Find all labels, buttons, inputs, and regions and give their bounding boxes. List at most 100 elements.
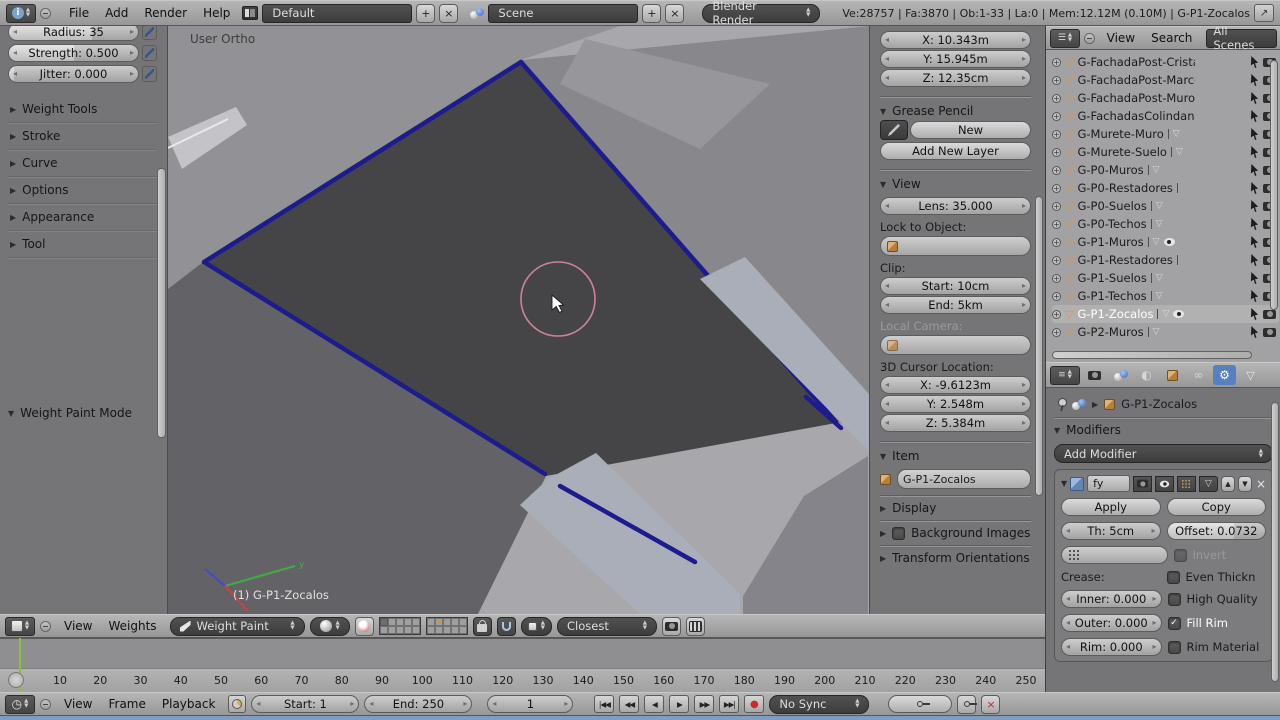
pressure-toggle-icon[interactable] bbox=[142, 45, 157, 61]
apply-button[interactable]: Apply bbox=[1061, 498, 1161, 516]
shelf-panel-header[interactable]: ▶ Weight Tools bbox=[8, 96, 157, 123]
outliner-vscrollbar[interactable] bbox=[1270, 60, 1278, 310]
modifier-editmode-toggle[interactable] bbox=[1176, 475, 1196, 492]
outliner-row[interactable]: + ▽ G-P2-Muros ▽ bbox=[1052, 323, 1279, 341]
outliner-row[interactable]: + ▽ G-P0-Techos ▽ bbox=[1052, 215, 1279, 233]
shelf-panel-header[interactable]: ▶ Options bbox=[8, 177, 157, 204]
modifier-render-toggle[interactable] bbox=[1132, 475, 1152, 492]
opengl-render-button[interactable] bbox=[662, 616, 682, 636]
editor-type-button[interactable]: i ▲ ▼ bbox=[6, 3, 36, 23]
frame-knob[interactable] bbox=[8, 672, 24, 688]
fill-rim-checkbox[interactable]: ✓ bbox=[1167, 616, 1181, 630]
frame-end-field[interactable]: End: 250 bbox=[364, 695, 473, 713]
layer-cell[interactable] bbox=[387, 618, 396, 626]
selectable-arrow-icon[interactable] bbox=[1250, 236, 1259, 248]
layer-cell[interactable] bbox=[426, 618, 435, 626]
expand-icon[interactable]: + bbox=[1052, 273, 1061, 283]
location-y-field[interactable]: Y: 15.945m bbox=[880, 50, 1031, 68]
background-images-panel-header[interactable]: ▶ Background Images bbox=[880, 526, 1031, 540]
visibility-eye-icon[interactable] bbox=[1173, 310, 1185, 318]
layers-group-2[interactable] bbox=[425, 617, 468, 635]
expand-icon[interactable]: + bbox=[1052, 183, 1061, 193]
selectable-arrow-icon[interactable] bbox=[1250, 218, 1259, 230]
collapse-menus-button[interactable] bbox=[1084, 32, 1095, 44]
render-engine-select[interactable]: Blender Render ▲ ▼ bbox=[702, 0, 821, 27]
layer-cell[interactable] bbox=[403, 626, 412, 634]
proportional-edit-toggle[interactable] bbox=[496, 616, 516, 636]
offset-slider[interactable]: Offset: 0.0732 bbox=[1166, 522, 1266, 540]
menu-item[interactable]: View bbox=[1099, 31, 1143, 45]
expand-icon[interactable]: + bbox=[1052, 93, 1061, 103]
fill-rim-option[interactable]: ✓ Fill Rim bbox=[1167, 614, 1267, 632]
editor-type-button[interactable]: ▲ ▼ bbox=[5, 616, 35, 636]
location-x-field[interactable]: X: 10.343m bbox=[880, 31, 1031, 49]
even-thickness-option[interactable]: Even Thickn bbox=[1166, 570, 1267, 584]
add-layout-button[interactable]: + bbox=[416, 3, 436, 23]
window-duplicate-icon[interactable]: ↗ bbox=[1254, 4, 1275, 22]
editor-type-button[interactable]: ◷ ▲ ▼ bbox=[5, 694, 35, 714]
mode-panel-header[interactable]: ▼ Weight Paint Mode bbox=[8, 406, 157, 420]
expand-icon[interactable]: + bbox=[1052, 327, 1061, 337]
keying-set-field[interactable] bbox=[888, 695, 953, 713]
outliner-row[interactable]: + ▽ G-Murete-Suelo ▽ bbox=[1052, 143, 1279, 161]
viewport-shading-select[interactable]: ▲ ▼ bbox=[309, 616, 350, 636]
expand-icon[interactable]: + bbox=[1052, 57, 1061, 67]
thickness-field[interactable]: Th: 5cm bbox=[1061, 522, 1161, 540]
selectable-arrow-icon[interactable] bbox=[1250, 182, 1259, 194]
expand-icon[interactable]: + bbox=[1052, 129, 1061, 139]
jump-prev-keyframe-button[interactable]: ◀◀ bbox=[619, 695, 640, 713]
invert-checkbox[interactable] bbox=[1173, 548, 1187, 562]
shelf-panel-header[interactable]: ▶ Curve bbox=[8, 150, 157, 177]
editor-type-button[interactable]: ≡ ▲ ▼ bbox=[1050, 365, 1080, 385]
high-quality-checkbox[interactable] bbox=[1167, 592, 1181, 606]
grease-pencil-panel-header[interactable]: ▼ Grease Pencil bbox=[880, 104, 1031, 118]
tab-object-data[interactable]: ▽ bbox=[1239, 365, 1262, 385]
outliner-row[interactable]: + ▽ G-FachadasColindan bbox=[1052, 107, 1279, 125]
layer-cell[interactable] bbox=[434, 626, 443, 634]
expand-icon[interactable]: + bbox=[1052, 111, 1061, 121]
lens-field[interactable]: Lens: 35.000 bbox=[880, 197, 1031, 215]
expand-icon[interactable]: + bbox=[1052, 309, 1061, 319]
grease-pencil-new-button[interactable]: New bbox=[910, 121, 1031, 139]
modifier-name-field[interactable]: fy bbox=[1087, 475, 1130, 492]
renderable-camera-icon[interactable] bbox=[1263, 327, 1276, 337]
selectable-arrow-icon[interactable] bbox=[1250, 74, 1259, 86]
play-button[interactable]: ▶ bbox=[669, 695, 690, 713]
invert-option[interactable]: Invert bbox=[1173, 546, 1267, 564]
outliner-row[interactable]: + ▽ G-P1-Zocalos ▽ bbox=[1052, 305, 1279, 323]
layer-cell[interactable] bbox=[434, 618, 443, 626]
menu-item[interactable]: Render bbox=[136, 6, 195, 20]
outliner-row[interactable]: + ▽ G-FachadaPost-Muro bbox=[1052, 89, 1279, 107]
delete-keyframe-button[interactable]: × bbox=[981, 694, 1001, 714]
selectable-arrow-icon[interactable] bbox=[1250, 308, 1259, 320]
location-z-field[interactable]: Z: 12.35cm bbox=[880, 69, 1031, 87]
viewport-3d[interactable]: y x User Ortho (1) G-P1-Zocalos bbox=[168, 26, 869, 614]
renderable-camera-icon[interactable] bbox=[1263, 309, 1276, 319]
tab-scene[interactable] bbox=[1109, 365, 1132, 385]
play-reverse-button[interactable]: ◀ bbox=[644, 695, 665, 713]
menu-item[interactable]: Add bbox=[97, 6, 136, 20]
snap-element-select[interactable]: ▲ ▼ bbox=[520, 616, 553, 636]
menu-item[interactable]: File bbox=[61, 6, 97, 20]
pressure-toggle-icon[interactable] bbox=[142, 26, 157, 40]
delete-modifier-icon[interactable]: × bbox=[1256, 477, 1266, 491]
menu-item[interactable]: Search bbox=[1143, 31, 1200, 45]
cursor-z-field[interactable]: Z: 5.384m bbox=[880, 414, 1031, 432]
layer-cell[interactable] bbox=[387, 626, 396, 634]
selectable-arrow-icon[interactable] bbox=[1250, 164, 1259, 176]
expand-icon[interactable]: + bbox=[1052, 219, 1061, 229]
tab-render[interactable] bbox=[1083, 365, 1106, 385]
expand-icon[interactable]: + bbox=[1052, 147, 1061, 157]
selectable-arrow-icon[interactable] bbox=[1250, 56, 1259, 68]
selectable-arrow-icon[interactable] bbox=[1250, 290, 1259, 302]
background-images-checkbox[interactable] bbox=[892, 526, 906, 540]
outliner-row[interactable]: + ▽ G-P1-Techos ▽ bbox=[1052, 287, 1279, 305]
expand-icon[interactable]: + bbox=[1052, 291, 1061, 301]
add-scene-button[interactable]: + bbox=[642, 3, 662, 23]
visibility-eye-icon[interactable] bbox=[1163, 238, 1175, 246]
layer-cell[interactable] bbox=[458, 626, 467, 634]
selectable-arrow-icon[interactable] bbox=[1250, 254, 1259, 266]
use-preview-range-toggle[interactable] bbox=[228, 695, 247, 713]
selectable-arrow-icon[interactable] bbox=[1250, 110, 1259, 122]
radius-slider[interactable]: Radius: 35 bbox=[8, 26, 139, 41]
